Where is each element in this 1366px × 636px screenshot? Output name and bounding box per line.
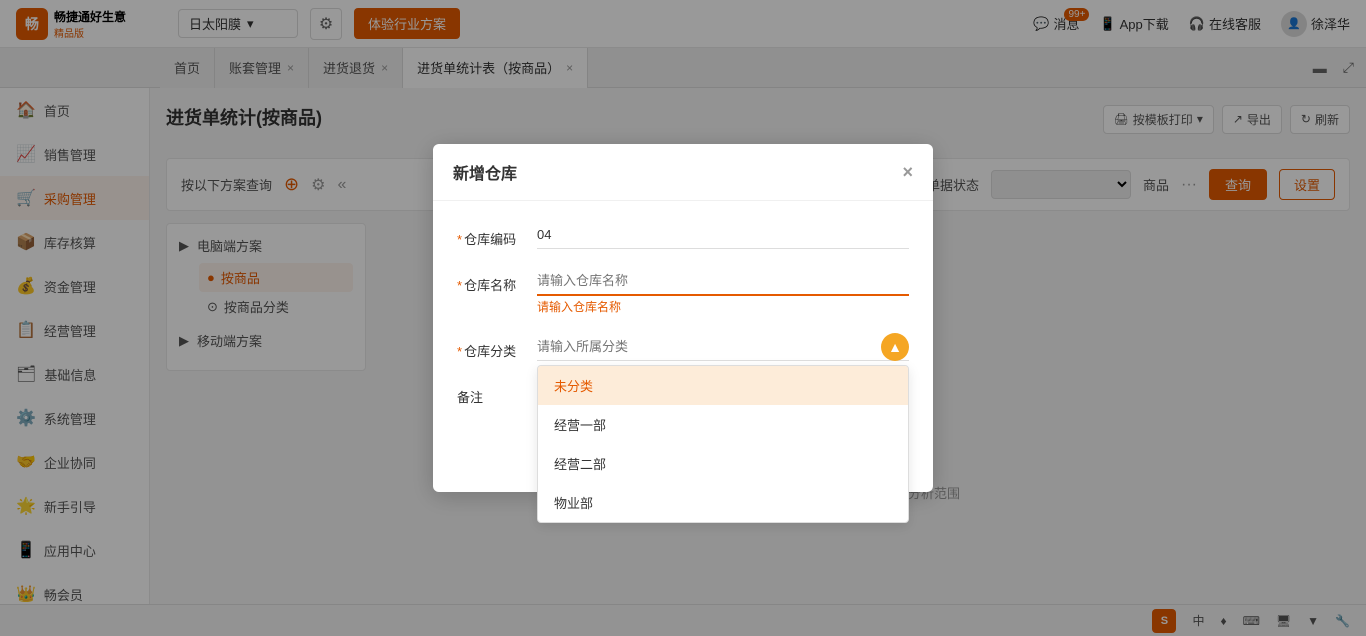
modal-body: *仓库编码 *仓库名称 请输入仓库名称 *仓库分类 [433,201,933,407]
dropdown-item-dept3[interactable]: 物业部 [538,483,908,522]
modal-header: 新增仓库 × [433,144,933,201]
dropdown-item-uncategorized[interactable]: 未分类 [538,366,908,405]
modal-close-button[interactable]: × [902,162,913,183]
code-label: *仓库编码 [457,221,537,248]
modal-overlay: 新增仓库 × *仓库编码 *仓库名称 请输入仓库名称 [0,0,1366,636]
modal-title: 新增仓库 [453,160,517,184]
new-warehouse-modal: 新增仓库 × *仓库编码 *仓库名称 请输入仓库名称 [433,144,933,492]
dropdown-item-dept1[interactable]: 经营一部 [538,405,908,444]
warehouse-code-input[interactable] [537,221,909,249]
category-select-wrap: ▲ 未分类 经营一部 经营二部 物业部 [537,333,909,361]
category-label: *仓库分类 [457,333,537,360]
category-input[interactable] [537,333,909,361]
warehouse-name-input[interactable] [537,267,909,296]
dropdown-item-dept2[interactable]: 经营二部 [538,444,908,483]
category-dropdown-toggle[interactable]: ▲ [881,333,909,361]
category-dropdown-menu: 未分类 经营一部 经营二部 物业部 [537,365,909,523]
warehouse-category-row: *仓库分类 ▲ 未分类 经营一部 经营二部 物业部 [457,333,909,361]
note-label: 备注 [457,379,537,406]
name-error-msg: 请输入仓库名称 [537,298,909,315]
warehouse-name-row: *仓库名称 请输入仓库名称 [457,267,909,315]
warehouse-code-row: *仓库编码 [457,221,909,249]
name-label: *仓库名称 [457,267,537,294]
code-input-wrap [537,221,909,249]
name-input-wrap: 请输入仓库名称 [537,267,909,315]
